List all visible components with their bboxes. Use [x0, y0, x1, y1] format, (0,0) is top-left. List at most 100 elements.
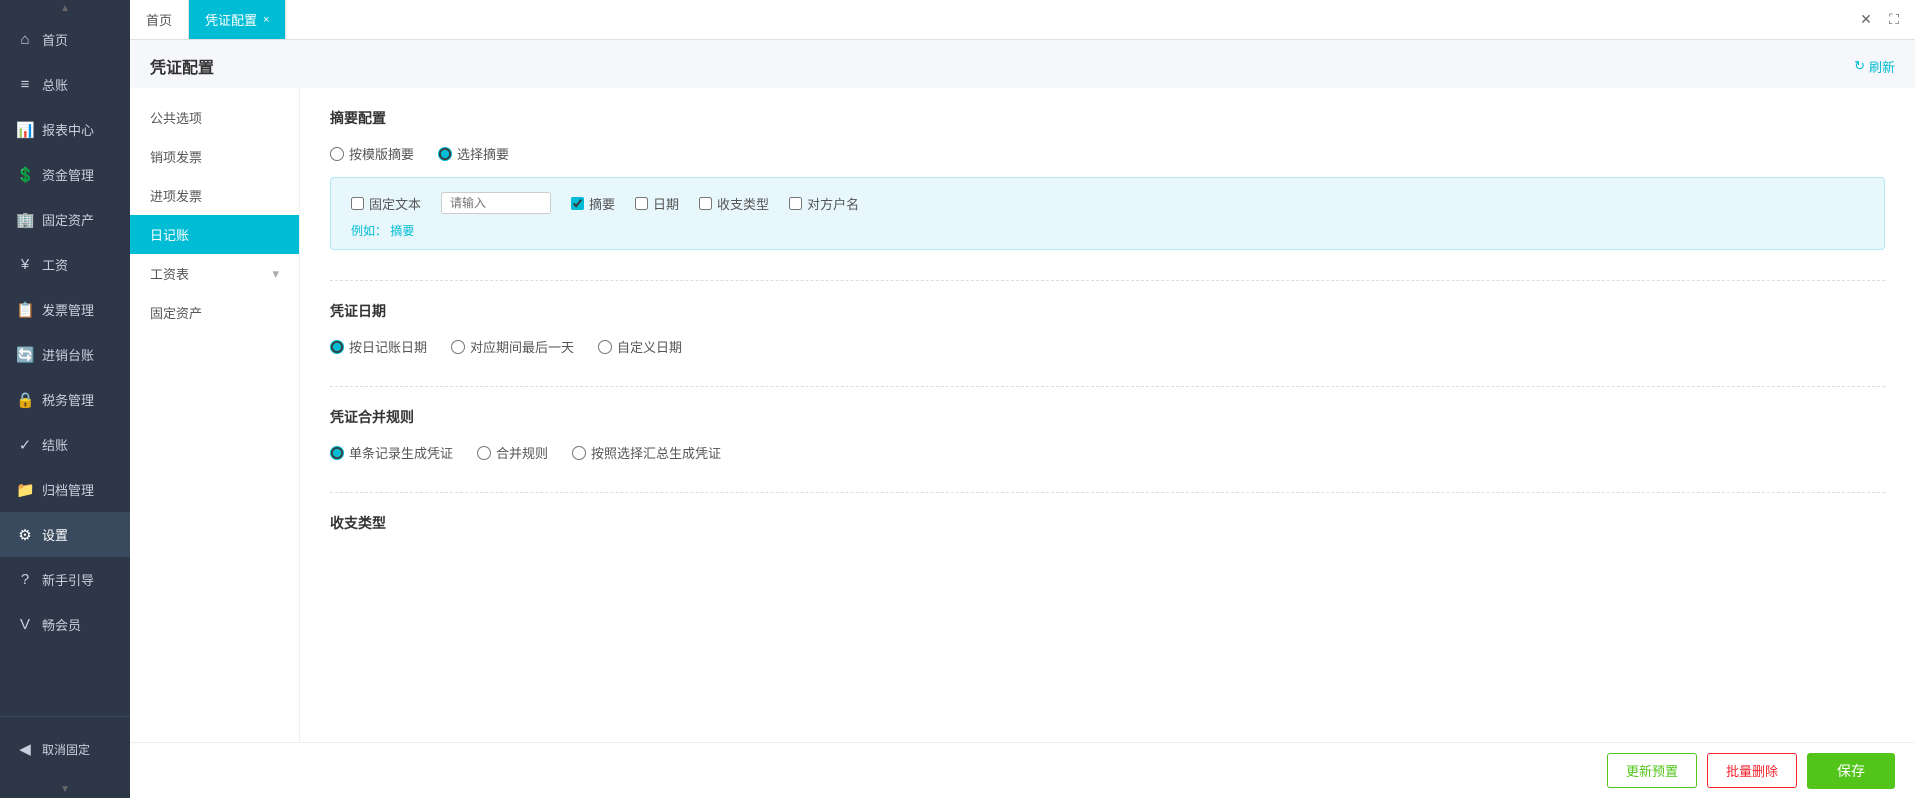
check-income-type-input[interactable] [699, 197, 712, 210]
check-summary[interactable]: 摘要 [571, 194, 615, 213]
nav-journal-label: 日记账 [150, 225, 189, 244]
sidebar-unpin[interactable]: ◀ 取消固定 [0, 727, 130, 771]
date-radio-journal-input[interactable] [330, 340, 344, 354]
date-radio-last-input[interactable] [451, 340, 465, 354]
sidebar-item-invoice[interactable]: 📋发票管理 [0, 287, 130, 332]
content-area: 公共选项销项发票进项发票日记账工资表▾固定资产 摘要配置 按模版摘要 选择摘要 [130, 88, 1915, 742]
sidebar-item-salary[interactable]: ¥工资 [0, 242, 130, 287]
sidebar-item-archive[interactable]: 📁归档管理 [0, 467, 130, 512]
merge-radio-single[interactable]: 单条记录生成凭证 [330, 443, 453, 462]
income-type-section: 收支类型 [330, 513, 1885, 533]
check-counterparty-input[interactable] [789, 197, 802, 210]
date-radio-custom-input[interactable] [598, 340, 612, 354]
tab-voucher-close[interactable]: × [263, 14, 269, 26]
page-title: 凭证配置 [150, 54, 214, 78]
save-button[interactable]: 保存 [1807, 753, 1895, 789]
example-text: 例如： 摘要 [351, 222, 1864, 239]
fixed-text-input[interactable] [441, 192, 551, 214]
date-radio-group: 按日记账日期 对应期间最后一天 自定义日期 [330, 337, 1885, 356]
funds-icon: 💲 [16, 166, 34, 184]
tab-home[interactable]: 首页 [130, 0, 189, 39]
income-type-title: 收支类型 [330, 513, 1885, 533]
tab-voucher[interactable]: 凭证配置 × [189, 0, 286, 39]
merge-section: 凭证合并规则 单条记录生成凭证 合并规则 按照选择汇总生成凭证 [330, 407, 1885, 462]
nav-public[interactable]: 公共选项 [130, 98, 299, 137]
tab-bar: 首页凭证配置 × ✕ ⛶ [130, 0, 1915, 40]
check-summary-input[interactable] [571, 197, 584, 210]
salary-icon: ¥ [16, 256, 34, 273]
merge-radio-summary[interactable]: 按照选择汇总生成凭证 [572, 443, 721, 462]
invoice-icon: 📋 [16, 301, 34, 319]
assets-label: 固定资产 [42, 210, 94, 229]
date-radio-custom[interactable]: 自定义日期 [598, 337, 682, 356]
ledger-icon: ≡ [16, 76, 34, 93]
checkout-icon: ✓ [16, 436, 34, 454]
assets-icon: 🏢 [16, 211, 34, 229]
sidebar: ▲ ⌂ 首页 ≡ 总账 📊报表中心💲资金管理 🏢 固定资产 ¥工资📋发票管理 🔄 进销台账 🔒税务管… [0, 0, 130, 798]
close-tab-button[interactable]: ✕ [1855, 9, 1877, 31]
summary-options-box: 固定文本 摘要 日期 收支类型 [330, 177, 1885, 250]
merge-radio-merge[interactable]: 合并规则 [477, 443, 548, 462]
purchase-icon: 🔄 [16, 346, 34, 364]
ledger-label: 总账 [42, 75, 68, 94]
date-radio-last[interactable]: 对应期间最后一天 [451, 337, 574, 356]
sidebar-item-vip[interactable]: V畅会员 [0, 602, 130, 647]
sidebar-item-home[interactable]: ⌂ 首页 [0, 17, 130, 62]
guide-label: 新手引导 [42, 570, 94, 589]
check-date[interactable]: 日期 [635, 194, 679, 213]
nav-salary-arrow: ▾ [272, 266, 279, 282]
nav-salary[interactable]: 工资表 ▾ [130, 254, 299, 293]
fullscreen-button[interactable]: ⛶ [1883, 9, 1905, 31]
sidebar-item-checkout[interactable]: ✓ 结账 [0, 422, 130, 467]
nav-salary-label: 工资表 [150, 264, 189, 283]
merge-radio-merge-input[interactable] [477, 446, 491, 460]
check-fixed-text[interactable]: 固定文本 [351, 194, 421, 213]
tab-actions: ✕ ⛶ [1855, 0, 1915, 39]
right-content: 摘要配置 按模版摘要 选择摘要 固定文本 [300, 88, 1915, 742]
guide-icon: ? [16, 571, 34, 588]
checkout-label: 结账 [42, 435, 68, 454]
summary-radio-select-input[interactable] [438, 147, 452, 161]
sidebar-item-ledger[interactable]: ≡ 总账 [0, 62, 130, 107]
merge-radio-summary-input[interactable] [572, 446, 586, 460]
divider-2 [330, 386, 1885, 387]
summary-radio-template-input[interactable] [330, 147, 344, 161]
sidebar-item-tax[interactable]: 🔒税务管理 [0, 377, 130, 422]
check-income-type[interactable]: 收支类型 [699, 194, 769, 213]
nav-public-label: 公共选项 [150, 108, 202, 127]
update-preview-button[interactable]: 更新预置 [1607, 753, 1697, 788]
nav-purchase[interactable]: 进项发票 [130, 176, 299, 215]
date-radio-journal[interactable]: 按日记账日期 [330, 337, 427, 356]
vip-icon: V [16, 616, 34, 633]
sidebar-item-settings[interactable]: ⚙设置 [0, 512, 130, 557]
archive-label: 归档管理 [42, 480, 94, 499]
sidebar-item-reports[interactable]: 📊报表中心 [0, 107, 130, 152]
sidebar-item-assets[interactable]: 🏢 固定资产 [0, 197, 130, 242]
sidebar-scroll-down[interactable]: ▼ [0, 781, 130, 798]
nav-journal[interactable]: 日记账 [130, 215, 299, 254]
summary-radio-select[interactable]: 选择摘要 [438, 144, 509, 163]
left-nav: 公共选项销项发票进项发票日记账工资表 ▾ 固定资产 [130, 88, 300, 742]
home-icon: ⌂ [16, 31, 34, 48]
nav-assets-label: 固定资产 [150, 303, 202, 322]
refresh-icon: ↻ [1854, 58, 1865, 74]
summary-radio-group: 按模版摘要 选择摘要 [330, 144, 1885, 163]
purchase-label: 进销台账 [42, 345, 94, 364]
sidebar-item-guide[interactable]: ? 新手引导 [0, 557, 130, 602]
refresh-button[interactable]: ↻ 刷新 [1854, 57, 1895, 76]
nav-sales[interactable]: 销项发票 [130, 137, 299, 176]
batch-delete-button[interactable]: 批量删除 [1707, 753, 1797, 788]
merge-radio-single-input[interactable] [330, 446, 344, 460]
check-counterparty[interactable]: 对方户名 [789, 194, 859, 213]
summary-radio-template[interactable]: 按模版摘要 [330, 144, 414, 163]
sidebar-item-funds[interactable]: 💲资金管理 [0, 152, 130, 197]
sidebar-scroll-up[interactable]: ▲ [0, 0, 130, 17]
check-fixed-text-input[interactable] [351, 197, 364, 210]
sidebar-item-purchase[interactable]: 🔄 进销台账 [0, 332, 130, 377]
home-label: 首页 [42, 30, 68, 49]
check-date-input[interactable] [635, 197, 648, 210]
tab-voucher-label: 凭证配置 [205, 10, 257, 29]
nav-sales-label: 销项发票 [150, 147, 202, 166]
settings-icon: ⚙ [16, 526, 34, 544]
nav-assets[interactable]: 固定资产 [130, 293, 299, 332]
